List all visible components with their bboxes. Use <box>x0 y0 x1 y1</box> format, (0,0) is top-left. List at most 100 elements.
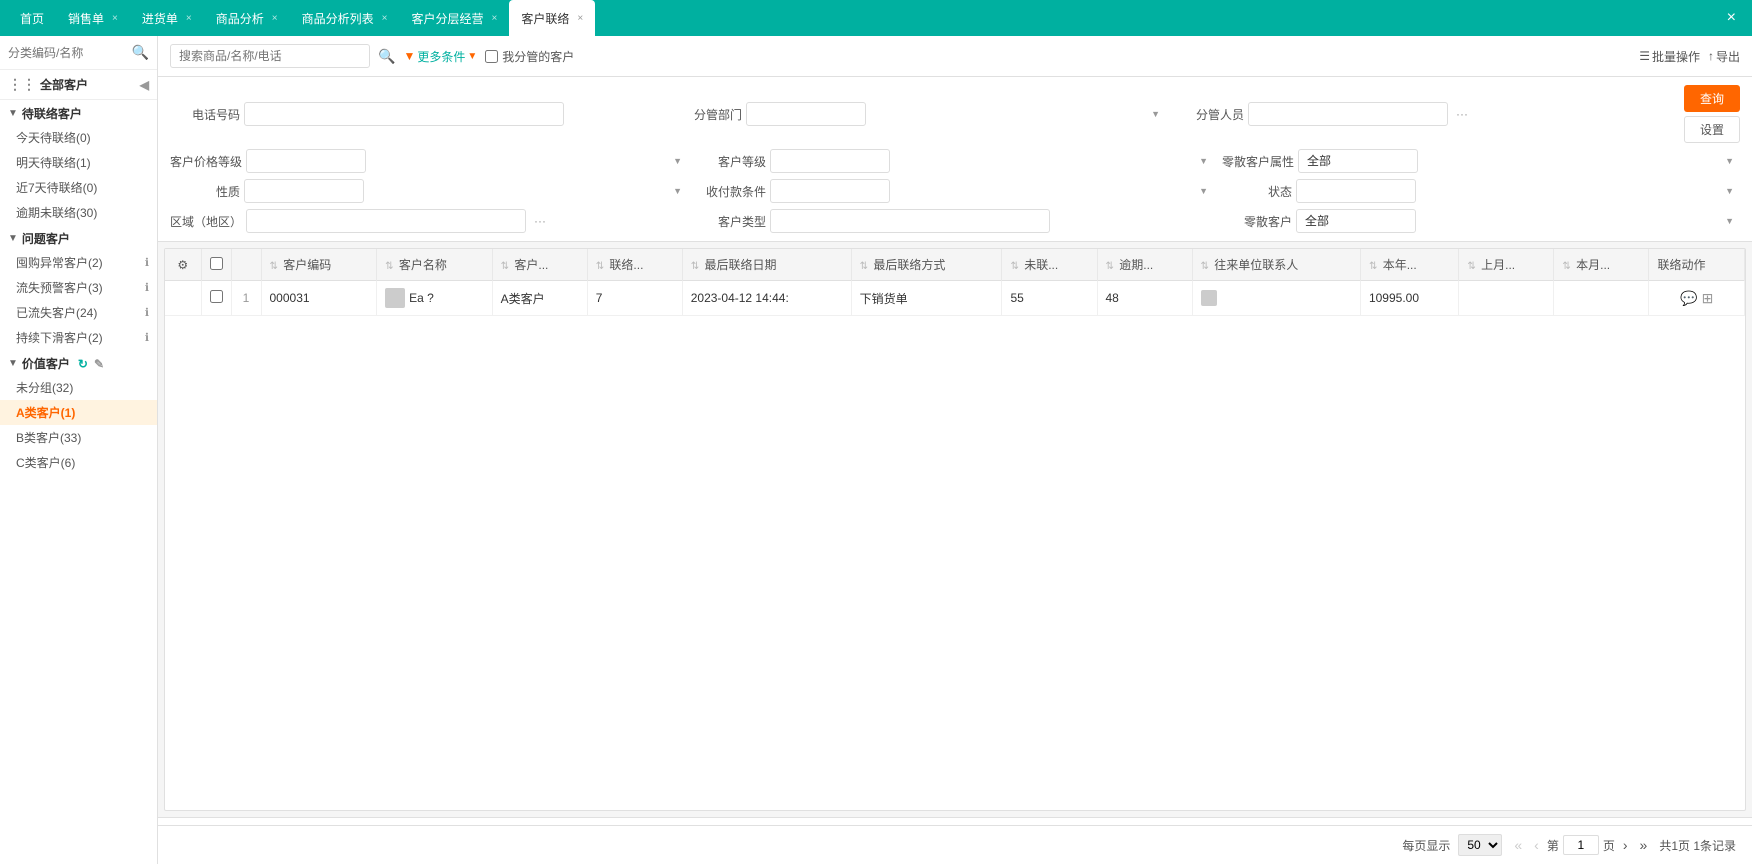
nav-tab-2[interactable]: 商品分析 × <box>204 0 290 36</box>
page-number-input[interactable] <box>1563 835 1599 855</box>
filter-retail-attr-select[interactable]: 全部 <box>1298 149 1418 173</box>
sidebar-item-class-c[interactable]: C类客户(6) <box>0 450 157 475</box>
next-page-button[interactable]: › <box>1619 835 1632 855</box>
sidebar-search-bar: 🔍 <box>0 36 157 70</box>
filter-payment-select[interactable] <box>770 179 890 203</box>
info-icon-1[interactable]: ℹ <box>145 281 149 294</box>
sidebar-item-class-b[interactable]: B类客户(33) <box>0 425 157 450</box>
sidebar: 🔍 ⋮⋮ 全部客户 ◀ ▼ 待联络客户 今天待联络(0) 明天待联络(1) 近7… <box>0 36 158 864</box>
horizontal-scrollbar[interactable] <box>158 817 1752 825</box>
filter-payment-label: 收付款条件 <box>696 183 766 200</box>
filter-region-input[interactable] <box>246 209 526 233</box>
filter-customer-level-select[interactable] <box>770 149 890 173</box>
info-icon-0[interactable]: ℹ <box>145 256 149 269</box>
col-code-sort[interactable]: ⇅ <box>270 261 278 272</box>
filter-search-icon[interactable]: 🔍 <box>378 48 395 65</box>
col-contact-sort[interactable]: ⇅ <box>596 261 604 272</box>
sidebar-item-declining[interactable]: 持续下滑客户(2) ℹ <box>0 325 157 350</box>
settings-button[interactable]: 设置 <box>1684 116 1740 143</box>
filter-retail-attr-label: 零散客户属性 <box>1222 153 1294 170</box>
col-no-contact-sort[interactable]: ⇅ <box>1010 261 1018 272</box>
filter-region-more[interactable]: ··· <box>530 214 550 228</box>
filter-manager-input[interactable] <box>1248 102 1448 126</box>
sidebar-item-loss-warning[interactable]: 流失预警客户(3) ℹ <box>0 275 157 300</box>
prev-page-button[interactable]: ‹ <box>1530 835 1543 855</box>
filter-retail-customer-select[interactable]: 全部 <box>1296 209 1416 233</box>
action-grid-icon[interactable]: ⊞ <box>1702 290 1714 307</box>
nav-close-5[interactable]: × <box>577 13 583 24</box>
col-this-month-sort[interactable]: ⇅ <box>1562 261 1570 272</box>
filter-manager-more[interactable]: ··· <box>1452 107 1472 121</box>
customer-avatar <box>385 288 405 308</box>
col-name-sort[interactable]: ⇅ <box>385 261 393 272</box>
sidebar-search-input[interactable] <box>8 46 128 60</box>
nav-tab-3[interactable]: 商品分析列表 × <box>290 0 400 36</box>
sidebar-item-overdue[interactable]: 逾期未联络(30) <box>0 200 157 225</box>
info-icon-2[interactable]: ℹ <box>145 306 149 319</box>
batch-operations-button[interactable]: ☰ 批量操作 <box>1639 48 1700 65</box>
value-group-refresh[interactable]: ↻ <box>78 357 88 371</box>
sidebar-item-today[interactable]: 今天待联络(0) <box>0 125 157 150</box>
my-customers-checkbox-label[interactable]: 我分管的客户 <box>485 48 574 65</box>
sidebar-item-abnormal[interactable]: 囤购异常客户(2) ℹ <box>0 250 157 275</box>
action-chat-icon[interactable]: 💬 <box>1680 290 1697 307</box>
col-last-month-sort[interactable]: ⇅ <box>1467 261 1475 272</box>
row-checkbox[interactable] <box>210 290 223 303</box>
filter-customer-type-input[interactable] <box>770 209 1050 233</box>
col-company-sort[interactable]: ⇅ <box>1201 261 1209 272</box>
col-overdue-sort[interactable]: ⇅ <box>1106 261 1114 272</box>
first-page-button[interactable]: « <box>1510 835 1526 855</box>
last-method-link[interactable]: 下销货单 <box>860 292 908 306</box>
nav-home[interactable]: 首页 <box>8 0 56 36</box>
sidebar-search-icon[interactable]: 🔍 <box>132 44 149 61</box>
row-last-month <box>1459 281 1554 316</box>
filter-price-level-select[interactable] <box>246 149 366 173</box>
filter-nature-select[interactable] <box>244 179 364 203</box>
filter-region-label: 区域（地区） <box>170 213 242 230</box>
value-group-edit[interactable]: ✎ <box>94 357 104 371</box>
filter-region-field: 区域（地区） ··· <box>170 209 688 233</box>
sidebar-all-customers[interactable]: ⋮⋮ 全部客户 ◀ <box>0 70 157 100</box>
last-page-button[interactable]: » <box>1636 835 1652 855</box>
filter-phone-input[interactable] <box>244 102 564 126</box>
nav-close-0[interactable]: × <box>112 13 118 24</box>
filter-customer-level-label: 客户等级 <box>696 153 766 170</box>
nav-close-4[interactable]: × <box>491 13 497 24</box>
nav-tab-0[interactable]: 销售单 × <box>56 0 130 36</box>
company-contact-avatar <box>1201 290 1217 306</box>
sidebar-collapse-icon[interactable]: ◀ <box>140 78 149 92</box>
info-icon-3[interactable]: ℹ <box>145 331 149 344</box>
per-page-select[interactable]: 50 <box>1458 834 1502 856</box>
query-button[interactable]: 查询 <box>1684 85 1740 112</box>
nav-tab-5[interactable]: 客户联络 × <box>509 0 595 36</box>
col-method-sort[interactable]: ⇅ <box>860 261 868 272</box>
sidebar-item-lost[interactable]: 已流失客户(24) ℹ <box>0 300 157 325</box>
filter-retail-customer-label: 零散客户 <box>1222 213 1292 230</box>
sidebar-item-tomorrow[interactable]: 明天待联络(1) <box>0 150 157 175</box>
nav-close-3[interactable]: × <box>382 13 388 24</box>
window-close-button[interactable]: × <box>1719 9 1744 27</box>
nav-close-2[interactable]: × <box>272 13 278 24</box>
my-customers-checkbox[interactable] <box>485 50 498 63</box>
nav-tab-4[interactable]: 客户分层经营 × <box>399 0 509 36</box>
nav-tab-1[interactable]: 进货单 × <box>130 0 204 36</box>
nav-close-1[interactable]: × <box>186 13 192 24</box>
col-date-sort[interactable]: ⇅ <box>691 261 699 272</box>
pending-group-arrow[interactable]: ▼ <box>8 108 18 119</box>
sidebar-item-7days[interactable]: 近7天待联络(0) <box>0 175 157 200</box>
col-year-sort[interactable]: ⇅ <box>1369 261 1377 272</box>
filter-more-button[interactable]: ▼ 更多条件 ▼ <box>403 48 477 65</box>
filter-search-input[interactable] <box>170 44 370 68</box>
problem-group-arrow[interactable]: ▼ <box>8 233 18 244</box>
export-button[interactable]: ↑ 导出 <box>1708 48 1740 65</box>
sidebar-item-unclassified[interactable]: 未分组(32) <box>0 375 157 400</box>
settings-icon[interactable]: ⚙ <box>177 258 188 272</box>
filter-dept-select[interactable] <box>746 102 866 126</box>
value-group-arrow[interactable]: ▼ <box>8 358 18 369</box>
sidebar-item-class-a[interactable]: A类客户(1) <box>0 400 157 425</box>
filter-status-select[interactable] <box>1296 179 1416 203</box>
export-icon: ↑ <box>1708 49 1714 63</box>
row-company-contact <box>1192 281 1360 316</box>
col-level-sort[interactable]: ⇅ <box>501 261 509 272</box>
select-all-checkbox[interactable] <box>210 257 223 270</box>
